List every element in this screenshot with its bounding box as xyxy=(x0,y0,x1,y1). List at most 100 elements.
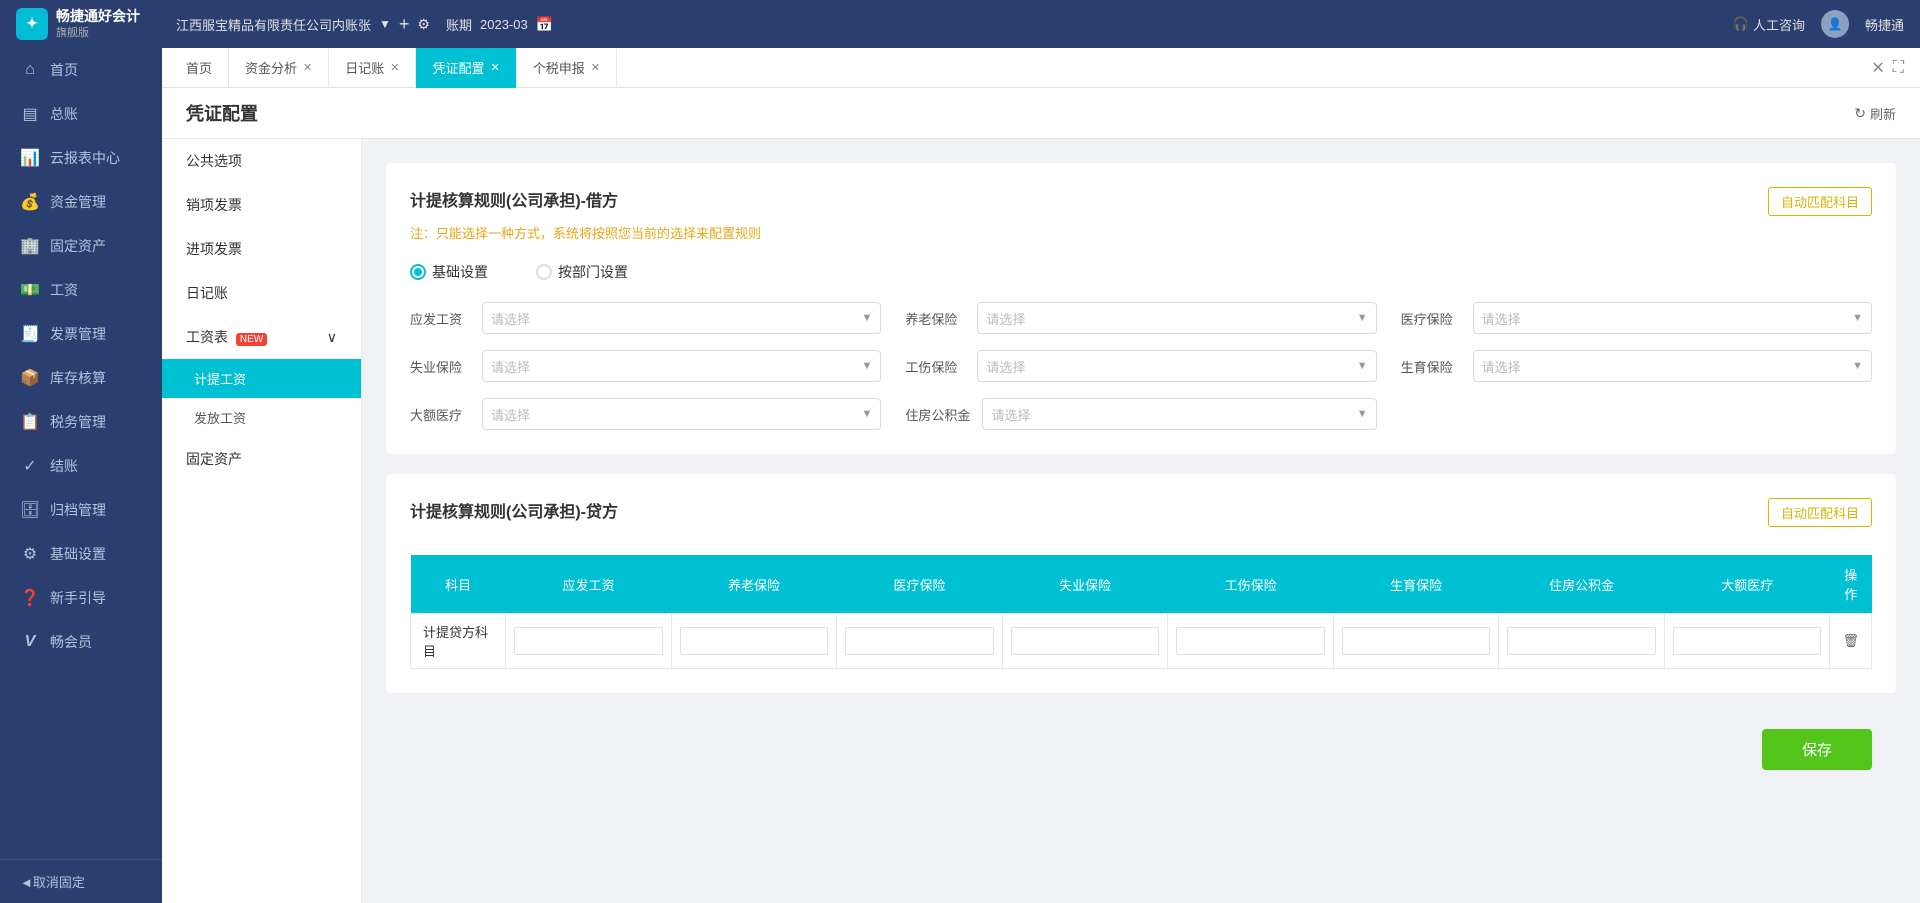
form-row-housing: 住房公积金 请选择 ▼ xyxy=(905,398,1376,430)
sidebar-item-assets[interactable]: 🏢 固定资产 xyxy=(0,224,162,268)
cell-maternity xyxy=(1333,614,1499,669)
sidebar-item-reports[interactable]: 📊 云报表中心 xyxy=(0,136,162,180)
cell-input-medical[interactable] xyxy=(845,627,994,655)
logo-text: 畅捷通好会计 xyxy=(56,8,140,25)
injury-label: 工伤保险 xyxy=(905,357,965,376)
left-nav-fixed-assets[interactable]: 固定资产 xyxy=(162,437,361,481)
radio-basic-circle xyxy=(410,264,426,280)
cell-input-injury[interactable] xyxy=(1176,627,1325,655)
cell-bigmedical xyxy=(1664,614,1830,669)
debit-section-title: 计提核算规则(公司承担)-借方 xyxy=(410,187,761,211)
form-row-medical: 医疗保险 请选择 ▼ xyxy=(1401,302,1872,334)
salary-arrow-icon: ▼ xyxy=(861,312,872,324)
tab-voucher-config[interactable]: 凭证配置 ✕ xyxy=(416,48,516,88)
sidebar-item-invoice[interactable]: 🧾 发票管理 xyxy=(0,312,162,356)
radio-basic-setup[interactable]: 基础设置 xyxy=(410,262,488,282)
tab-home[interactable]: 首页 xyxy=(170,48,229,88)
refresh-button[interactable]: ↻ 刷新 xyxy=(1854,104,1896,123)
add-company-btn[interactable]: + xyxy=(399,14,410,35)
save-area: 保存 xyxy=(386,713,1896,786)
sidebar-item-settings[interactable]: ⚙ 基础设置 xyxy=(0,532,162,576)
debit-radio-group: 基础设置 按部门设置 xyxy=(410,262,1872,282)
sidebar-item-ledger[interactable]: ▤ 总账 xyxy=(0,92,162,136)
radio-by-dept[interactable]: 按部门设置 xyxy=(536,262,628,282)
settings-btn[interactable]: ⚙ xyxy=(417,16,430,33)
left-nav-payroll-sheet[interactable]: 工资表 NEW ∨ xyxy=(162,315,361,359)
top-bar-right: 🎧 人工咨询 👤 畅捷通 xyxy=(1733,10,1904,38)
left-nav-public[interactable]: 公共选项 xyxy=(162,139,361,183)
salary-select[interactable]: 请选择 ▼ xyxy=(482,302,881,334)
save-button[interactable]: 保存 xyxy=(1762,729,1872,770)
sidebar-item-home[interactable]: ⌂ 首页 xyxy=(0,48,162,92)
credit-section: 计提核算规则(公司承担)-贷方 自动匹配科目 科目 应发工资 养老保险 医疗保险… xyxy=(386,474,1896,693)
unpin-sidebar-btn[interactable]: ◄取消固定 xyxy=(0,859,162,903)
cell-input-bigmedical[interactable] xyxy=(1673,627,1822,655)
maternity-arrow-icon: ▼ xyxy=(1852,360,1863,372)
logo-sub: 旗舰版 xyxy=(56,24,140,40)
tab-close-journal[interactable]: ✕ xyxy=(390,61,399,74)
row-label: 计提贷方科目 xyxy=(411,614,506,669)
pension-arrow-icon: ▼ xyxy=(1357,312,1368,324)
left-nav-payroll-payment[interactable]: 发放工资 xyxy=(162,398,361,437)
sidebar-item-close[interactable]: ✓ 结账 xyxy=(0,444,162,488)
headset-icon: 🎧 xyxy=(1733,16,1749,32)
sidebar-item-guide[interactable]: ❓ 新手引导 xyxy=(0,576,162,620)
medical-select[interactable]: 请选择 ▼ xyxy=(1473,302,1872,334)
bigmedical-arrow-icon: ▼ xyxy=(861,408,872,420)
bigmedical-select[interactable]: 请选择 ▼ xyxy=(482,398,881,430)
ai-consult-btn[interactable]: 🎧 人工咨询 xyxy=(1733,15,1805,34)
left-nav-purchase-invoice[interactable]: 进项发票 xyxy=(162,227,361,271)
housing-select[interactable]: 请选择 ▼ xyxy=(982,398,1376,430)
ledger-icon: ▤ xyxy=(20,104,40,124)
cell-input-maternity[interactable] xyxy=(1342,627,1491,655)
credit-auto-match-btn[interactable]: 自动匹配科目 xyxy=(1768,498,1872,527)
maternity-select[interactable]: 请选择 ▼ xyxy=(1473,350,1872,382)
tab-close-fund-analysis[interactable]: ✕ xyxy=(303,61,312,74)
calendar-icon[interactable]: 📅 xyxy=(536,16,553,33)
form-row-injury: 工伤保险 请选择 ▼ xyxy=(905,350,1376,382)
unemployment-select[interactable]: 请选择 ▼ xyxy=(482,350,881,382)
cell-input-pension[interactable] xyxy=(680,627,829,655)
sidebar-item-member[interactable]: V 畅会员 xyxy=(0,620,162,664)
pension-select[interactable]: 请选择 ▼ xyxy=(977,302,1376,334)
delete-row-icon[interactable]: 🗑 xyxy=(1842,633,1859,648)
refresh-icon: ↻ xyxy=(1854,105,1866,122)
logo-icon: ✦ xyxy=(16,8,48,40)
debit-auto-match-btn[interactable]: 自动匹配科目 xyxy=(1768,187,1872,216)
tab-close-tax[interactable]: ✕ xyxy=(591,61,600,74)
cell-housing xyxy=(1499,614,1665,669)
medical-label: 医疗保险 xyxy=(1401,309,1461,328)
col-header-salary: 应发工资 xyxy=(506,555,672,614)
cell-input-housing[interactable] xyxy=(1507,627,1656,655)
payroll-icon: 💵 xyxy=(20,280,40,300)
company-dropdown[interactable]: ▼ xyxy=(379,17,391,31)
tab-fund-analysis[interactable]: 资金分析 ✕ xyxy=(229,48,329,88)
company-name: 江西服宝精品有限责任公司内账张 ▼ + ⚙ 账期 2023-03 📅 xyxy=(176,14,1733,35)
form-row-unemployment: 失业保险 请选择 ▼ xyxy=(410,350,881,382)
left-nav-payroll-accrual[interactable]: 计提工资 xyxy=(162,359,361,398)
tab-tax-declaration[interactable]: 个税申报 ✕ xyxy=(517,48,617,88)
close-books-icon: ✓ xyxy=(20,456,40,476)
injury-select[interactable]: 请选择 ▼ xyxy=(977,350,1376,382)
sidebar-item-payroll[interactable]: 💵 工资 xyxy=(0,268,162,312)
sidebar-item-funds[interactable]: 💰 资金管理 xyxy=(0,180,162,224)
tab-journal[interactable]: 日记账 ✕ xyxy=(329,48,416,88)
cell-injury xyxy=(1168,614,1334,669)
unemployment-arrow-icon: ▼ xyxy=(861,360,872,372)
left-nav-journal[interactable]: 日记账 xyxy=(162,271,361,315)
expand-icon[interactable]: ⛶ xyxy=(1893,59,1904,77)
cell-input-unemployment[interactable] xyxy=(1011,627,1160,655)
close-all-icon[interactable]: ✕ xyxy=(1871,58,1884,78)
credit-table: 科目 应发工资 养老保险 医疗保险 失业保险 工伤保险 生育保险 住房公积金 大… xyxy=(410,555,1872,669)
user-avatar: 👤 xyxy=(1821,10,1849,38)
sidebar-item-tax[interactable]: 📋 税务管理 xyxy=(0,400,162,444)
inventory-icon: 📦 xyxy=(20,368,40,388)
main-panel: 计提核算规则(公司承担)-借方 注：只能选择一种方式，系统将按照您当前的选择来配… xyxy=(362,139,1920,903)
page-header: 凭证配置 ↻ 刷新 xyxy=(162,88,1920,139)
cell-salary xyxy=(506,614,672,669)
tab-close-voucher-config[interactable]: ✕ xyxy=(491,61,500,74)
cell-input-salary[interactable] xyxy=(514,627,663,655)
sidebar-item-inventory[interactable]: 📦 库存核算 xyxy=(0,356,162,400)
sidebar-item-archive[interactable]: 🗄 归档管理 xyxy=(0,488,162,532)
left-nav-sales-invoice[interactable]: 销项发票 xyxy=(162,183,361,227)
